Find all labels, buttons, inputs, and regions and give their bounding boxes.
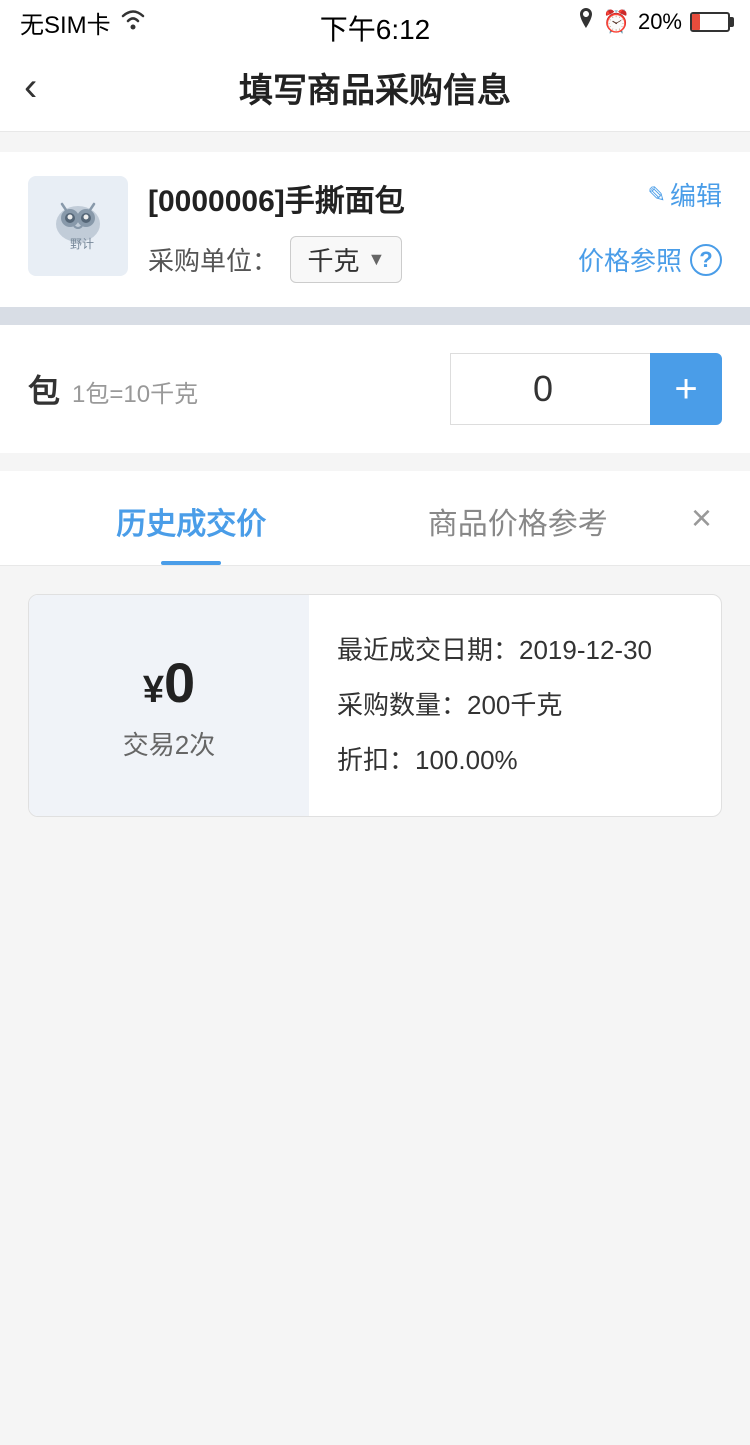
location-icon bbox=[577, 8, 595, 36]
price-amount: ¥0 bbox=[143, 650, 195, 715]
date-value: 2019-12-30 bbox=[519, 635, 652, 665]
price-value: 0 bbox=[164, 651, 195, 714]
unit-dropdown[interactable]: 千克 ▼ bbox=[290, 236, 402, 283]
tab-history[interactable]: 历史成交价 bbox=[28, 471, 354, 565]
status-right: ⏰ 20% bbox=[577, 8, 730, 36]
nav-bar: ‹ 填写商品采购信息 bbox=[0, 44, 750, 132]
price-yen-symbol: ¥ bbox=[143, 669, 164, 711]
price-ref-button[interactable]: 价格参照 ? bbox=[578, 241, 722, 278]
tab-market-label: 商品价格参考 bbox=[428, 508, 608, 541]
question-icon: ? bbox=[690, 244, 722, 276]
svg-text:野计: 野计 bbox=[70, 237, 94, 250]
product-card: 野计 [0000006]手撕面包 ✎ 编辑 采购单位： 千克 ▼ bbox=[0, 152, 750, 307]
tabs-bar: 历史成交价 商品价格参考 × bbox=[0, 471, 750, 566]
history-content: ¥0 交易2次 最近成交日期：2019-12-30 采购数量：200千克 折扣：… bbox=[0, 566, 750, 845]
product-row: 野计 [0000006]手撕面包 ✎ 编辑 采购单位： 千克 ▼ bbox=[28, 176, 722, 283]
wifi-icon bbox=[119, 8, 147, 37]
status-time: 下午6:12 bbox=[320, 8, 431, 48]
tab-market[interactable]: 商品价格参考 bbox=[354, 471, 680, 565]
product-info: [0000006]手撕面包 ✎ 编辑 采购单位： 千克 ▼ 价格参照 ? bbox=[148, 176, 722, 283]
tab-close-button[interactable]: × bbox=[681, 487, 722, 549]
status-left: 无SIM卡 bbox=[20, 5, 147, 40]
price-detail-date: 最近成交日期：2019-12-30 bbox=[337, 631, 693, 670]
price-card-left: ¥0 交易2次 bbox=[29, 595, 309, 816]
bottom-area bbox=[0, 845, 750, 1445]
battery-icon bbox=[690, 12, 730, 32]
alarm-icon: ⏰ bbox=[603, 9, 630, 35]
qty-value: 200千克 bbox=[467, 690, 562, 720]
unit-section: 采购单位： 千克 ▼ bbox=[148, 236, 402, 283]
price-ref-label: 价格参照 bbox=[578, 241, 682, 278]
carrier-text: 无SIM卡 bbox=[20, 5, 111, 40]
product-header: [0000006]手撕面包 ✎ 编辑 bbox=[148, 176, 722, 220]
page-title: 填写商品采购信息 bbox=[239, 63, 511, 112]
unit-value: 千克 bbox=[307, 241, 359, 278]
separator-bar bbox=[0, 307, 750, 325]
quantity-row: 包 1包=10千克 + bbox=[0, 325, 750, 453]
product-unit-row: 采购单位： 千克 ▼ 价格参照 ? bbox=[148, 236, 722, 283]
status-bar: 无SIM卡 下午6:12 ⏰ 20% bbox=[0, 0, 750, 44]
edit-label: 编辑 bbox=[670, 176, 722, 213]
price-card-right: 最近成交日期：2019-12-30 采购数量：200千克 折扣：100.00% bbox=[309, 595, 721, 816]
price-detail-discount: 折扣：100.00% bbox=[337, 741, 693, 780]
date-label: 最近成交日期： bbox=[337, 635, 519, 665]
back-button[interactable]: ‹ bbox=[24, 65, 37, 110]
quantity-input[interactable] bbox=[450, 353, 650, 425]
discount-label: 折扣： bbox=[337, 745, 415, 775]
quantity-plus-button[interactable]: + bbox=[650, 353, 722, 425]
product-name: [0000006]手撕面包 bbox=[148, 176, 405, 220]
product-thumbnail: 野计 bbox=[28, 176, 128, 276]
price-card: ¥0 交易2次 最近成交日期：2019-12-30 采购数量：200千克 折扣：… bbox=[28, 594, 722, 817]
price-trade-count: 交易2次 bbox=[123, 725, 215, 762]
unit-label: 采购单位： bbox=[148, 246, 278, 276]
battery-percent: 20% bbox=[638, 9, 682, 35]
discount-value: 100.00% bbox=[415, 745, 518, 775]
quantity-input-group: + bbox=[450, 353, 722, 425]
price-detail-qty: 采购数量：200千克 bbox=[337, 686, 693, 725]
edit-icon: ✎ bbox=[648, 182, 666, 208]
edit-button[interactable]: ✎ 编辑 bbox=[648, 176, 722, 213]
chevron-down-icon: ▼ bbox=[367, 249, 385, 270]
tab-history-label: 历史成交价 bbox=[116, 508, 266, 541]
quantity-conversion: 1包=10千克 bbox=[72, 374, 198, 409]
product-logo-icon: 野计 bbox=[48, 190, 108, 262]
quantity-unit: 包 bbox=[28, 366, 60, 412]
quantity-label-group: 包 1包=10千克 bbox=[28, 366, 198, 412]
qty-label: 采购数量： bbox=[337, 690, 467, 720]
